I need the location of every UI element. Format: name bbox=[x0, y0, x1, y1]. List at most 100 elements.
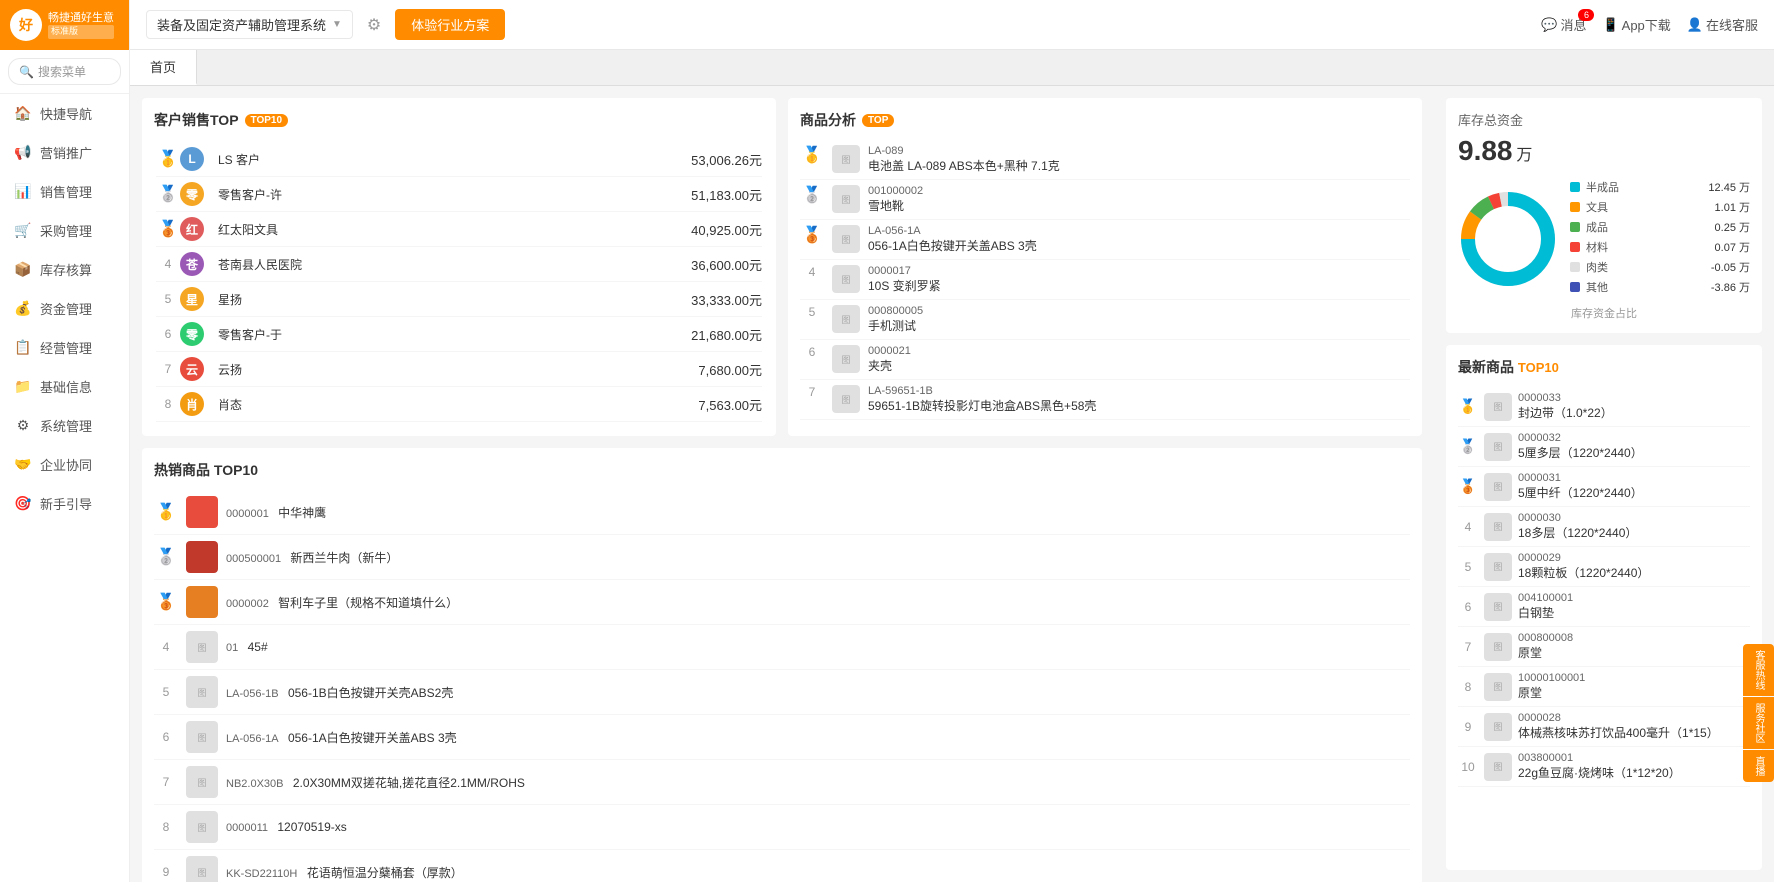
legend-item: 材料 0.07 万 bbox=[1570, 239, 1750, 255]
hot-products-panel: 热销商品 TOP10 🥇 0000001 中华神鹰 🥈 000500001 新西… bbox=[142, 448, 1422, 882]
sidebar-item-quicknav[interactable]: 🏠 快捷导航 bbox=[0, 94, 129, 133]
new-product-row: 8 图 10000100001 原堂 bbox=[1458, 667, 1750, 707]
sidebar-item-enterprise[interactable]: 🤝 企业协同 bbox=[0, 445, 129, 484]
hot-product-row: 6 图 LA-056-1A 056-1A白色按键开关盖ABS 3壳 bbox=[154, 715, 1410, 760]
sidebar-item-operations[interactable]: 📋 经营管理 bbox=[0, 328, 129, 367]
search-label: 搜索菜单 bbox=[38, 63, 86, 80]
hot-products-list: 🥇 0000001 中华神鹰 🥈 000500001 新西兰牛肉（新牛） 🥉 0… bbox=[154, 490, 1410, 882]
legend-item: 半成品 12.45 万 bbox=[1570, 179, 1750, 195]
content-right: 库存总资金 9.88 万 半成品 12.45 万 bbox=[1434, 86, 1774, 882]
sidebar-item-finance[interactable]: 💰 资金管理 bbox=[0, 289, 129, 328]
hot-product-row: 🥇 0000001 中华神鹰 bbox=[154, 490, 1410, 535]
hot-products-title-text: 热销商品 TOP10 bbox=[154, 460, 258, 480]
sidebar-item-guide[interactable]: 🎯 新手引导 bbox=[0, 484, 129, 523]
sidebar-search-area: 🔍 搜索菜单 bbox=[0, 50, 129, 94]
sidebar-item-sales[interactable]: 📊 销售管理 bbox=[0, 172, 129, 211]
new-product-row: 🥉 图 0000031 5厘中纤（1220*2440） bbox=[1458, 467, 1750, 507]
sidebar-item-label: 销售管理 bbox=[40, 182, 92, 201]
sidebar-item-inventory[interactable]: 📦 库存核算 bbox=[0, 250, 129, 289]
inventory-panel: 库存总资金 9.88 万 半成品 12.45 万 bbox=[1446, 98, 1762, 333]
logo-icon: 好 bbox=[10, 9, 42, 41]
inventory-amount: 9.88 bbox=[1458, 135, 1513, 166]
inventory-total: 9.88 万 bbox=[1458, 135, 1750, 167]
hot-product-row: 5 图 LA-056-1B 056-1B白色按键开关壳ABS2壳 bbox=[154, 670, 1410, 715]
new-product-row: 4 图 0000030 18多层（1220*2440） bbox=[1458, 507, 1750, 547]
content-area: 客户销售TOP TOP10 🥇 L LS 客户 53,006.26元 🥈 零 零… bbox=[130, 86, 1774, 882]
sidebar-item-purchase[interactable]: 🛒 采购管理 bbox=[0, 211, 129, 250]
search-menu-btn[interactable]: 🔍 搜索菜单 bbox=[8, 58, 121, 85]
product-sales-row: 🥇 图 LA-089 电池盖 LA-089 ABS本色+黑种 7.1克 bbox=[800, 140, 1410, 180]
chevron-down-icon: ▼ bbox=[332, 19, 342, 30]
online-service-btn[interactable]: 👤 在线客服 bbox=[1687, 15, 1758, 34]
product-sales-title-text: 商品分析 bbox=[800, 110, 856, 130]
legend-item: 文具 1.01 万 bbox=[1570, 199, 1750, 215]
mobile-icon: 📱 bbox=[1602, 17, 1618, 33]
settings-button[interactable]: ⚙ bbox=[363, 11, 385, 39]
sidebar-logo: 好 畅捷通好生意 标准版 bbox=[0, 0, 129, 50]
hot-product-row: 4 图 01 45# bbox=[154, 625, 1410, 670]
donut-chart bbox=[1458, 189, 1558, 289]
new-product-row: 🥇 图 0000033 封边带（1.0*22） bbox=[1458, 387, 1750, 427]
sidebar-item-label: 企业协同 bbox=[40, 455, 92, 474]
topbar: 装备及固定资产辅助管理系统 ▼ ⚙ 体验行业方案 💬 消息 6 📱 App下载 … bbox=[130, 0, 1774, 50]
inventory-legend: 半成品 12.45 万 文具 1.01 万 成品 0.25 万 材料 0.07 … bbox=[1570, 179, 1750, 299]
sidebar-item-label: 基础信息 bbox=[40, 377, 92, 396]
app-tag: 标准版 bbox=[48, 25, 114, 39]
inventory-chart-area: 半成品 12.45 万 文具 1.01 万 成品 0.25 万 材料 0.07 … bbox=[1458, 179, 1750, 299]
sidebar: 好 畅捷通好生意 标准版 🔍 搜索菜单 🏠 快捷导航 📢 营销推广 📊 销售管理… bbox=[0, 0, 130, 882]
new-products-top-label: TOP10 bbox=[1518, 360, 1559, 375]
new-products-list: 🥇 图 0000033 封边带（1.0*22） 🥈 图 0000032 5厘多层… bbox=[1458, 387, 1750, 787]
new-products-title: 最新商品 TOP10 bbox=[1458, 357, 1750, 377]
app-name: 畅捷通好生意 bbox=[48, 11, 114, 25]
purchase-icon: 🛒 bbox=[14, 222, 32, 239]
legend-item: 肉类 -0.05 万 bbox=[1570, 259, 1750, 275]
product-sales-row: 7 图 LA-59651-1B 59651-1B旋转投影灯电池盒ABS黑色+58… bbox=[800, 380, 1410, 420]
notification-count: 6 bbox=[1578, 9, 1594, 21]
hot-product-row: 7 图 NB2.0X30B 2.0X30MM双搓花轴,搓花直径2.1MM/ROH… bbox=[154, 760, 1410, 805]
sidebar-item-label: 营销推广 bbox=[40, 143, 92, 162]
service-icon: 👤 bbox=[1687, 17, 1703, 33]
product-sales-row: 5 图 000800005 手机测试 bbox=[800, 300, 1410, 340]
sidebar-item-label: 快捷导航 bbox=[40, 104, 92, 123]
legend-item: 成品 0.25 万 bbox=[1570, 219, 1750, 235]
float-buttons: 客服热线 服务社区 直播 bbox=[1743, 644, 1774, 782]
system-icon: ⚙ bbox=[14, 417, 32, 434]
live-stream-btn[interactable]: 直播 bbox=[1743, 750, 1774, 782]
inventory-title: 库存总资金 bbox=[1458, 110, 1750, 129]
operations-icon: 📋 bbox=[14, 339, 32, 356]
notification-btn[interactable]: 💬 消息 6 bbox=[1541, 15, 1586, 34]
sidebar-item-label: 系统管理 bbox=[40, 416, 92, 435]
trial-button[interactable]: 体验行业方案 bbox=[395, 9, 505, 40]
search-icon: 🔍 bbox=[19, 65, 34, 79]
logo-text: 畅捷通好生意 标准版 bbox=[48, 11, 114, 39]
sales-icon: 📊 bbox=[14, 183, 32, 200]
product-sales-row: 4 图 0000017 10S 变刹罗紧 bbox=[800, 260, 1410, 300]
online-service-label: 在线客服 bbox=[1706, 15, 1758, 34]
product-sales-list: 🥇 图 LA-089 电池盖 LA-089 ABS本色+黑种 7.1克 🥈 图 … bbox=[800, 140, 1410, 420]
hot-products-title: 热销商品 TOP10 bbox=[154, 460, 1410, 480]
finance-icon: 💰 bbox=[14, 300, 32, 317]
new-products-title-text: 最新商品 bbox=[1458, 359, 1514, 375]
app-download-btn[interactable]: 📱 App下载 bbox=[1602, 15, 1670, 34]
customer-ranking-panel: 客户销售TOP TOP10 🥇 L LS 客户 53,006.26元 🥈 零 零… bbox=[142, 98, 776, 436]
app-download-label: App下载 bbox=[1622, 15, 1671, 34]
product-sales-row: 🥈 图 001000002 雪地靴 bbox=[800, 180, 1410, 220]
legend-item: 其他 -3.86 万 bbox=[1570, 279, 1750, 295]
service-community-btn[interactable]: 服务社区 bbox=[1743, 697, 1774, 749]
sidebar-item-basic-info[interactable]: 📁 基础信息 bbox=[0, 367, 129, 406]
system-selector[interactable]: 装备及固定资产辅助管理系统 ▼ bbox=[146, 10, 353, 39]
customer-ranking-title: 客户销售TOP TOP10 bbox=[154, 110, 764, 130]
tab-home[interactable]: 首页 bbox=[130, 50, 197, 85]
top-panels: 客户销售TOP TOP10 🥇 L LS 客户 53,006.26元 🥈 零 零… bbox=[142, 98, 1422, 436]
sidebar-item-marketing[interactable]: 📢 营销推广 bbox=[0, 133, 129, 172]
sidebar-item-label: 资金管理 bbox=[40, 299, 92, 318]
marketing-icon: 📢 bbox=[14, 144, 32, 161]
enterprise-icon: 🤝 bbox=[14, 456, 32, 473]
main-area: 装备及固定资产辅助管理系统 ▼ ⚙ 体验行业方案 💬 消息 6 📱 App下载 … bbox=[130, 0, 1774, 882]
customer-service-btn[interactable]: 客服热线 bbox=[1743, 644, 1774, 696]
sidebar-item-system[interactable]: ⚙ 系统管理 bbox=[0, 406, 129, 445]
system-selector-label: 装备及固定资产辅助管理系统 bbox=[157, 15, 326, 34]
hot-product-row: 🥈 000500001 新西兰牛肉（新牛） bbox=[154, 535, 1410, 580]
new-product-row: 🥈 图 0000032 5厘多层（1220*2440） bbox=[1458, 427, 1750, 467]
basic-info-icon: 📁 bbox=[14, 378, 32, 395]
